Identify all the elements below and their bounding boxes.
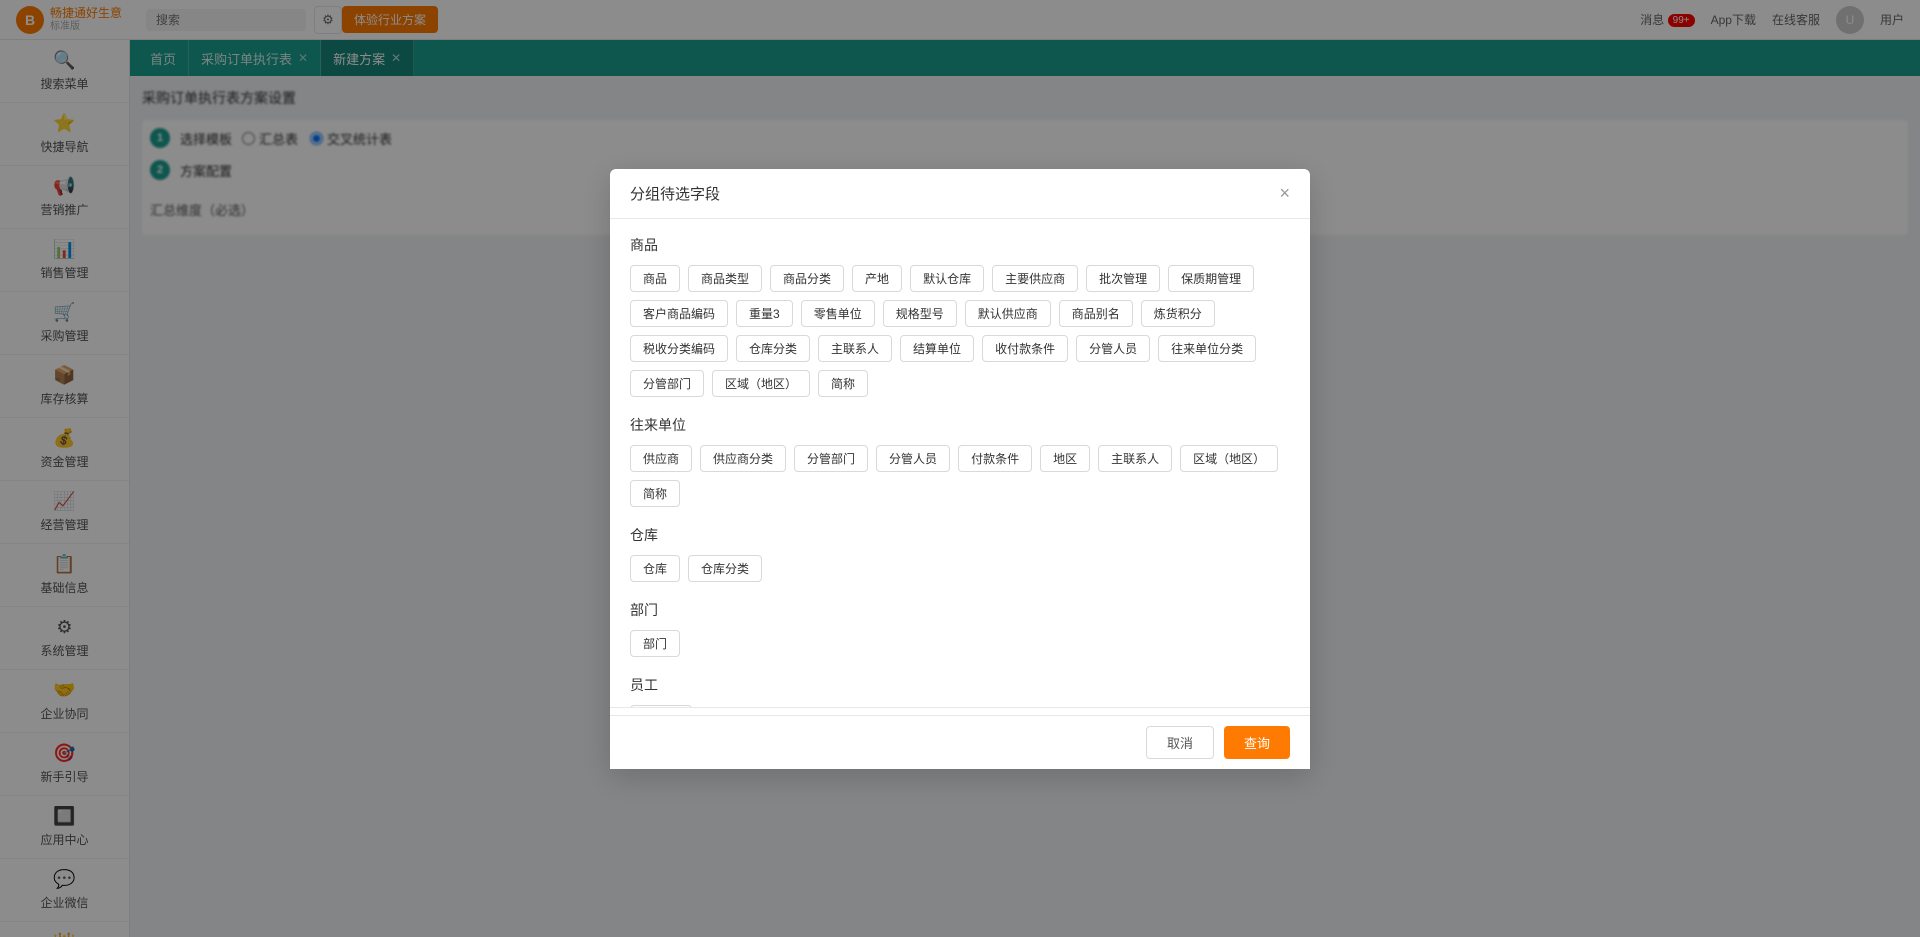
tag-partner-category[interactable]: 往来单位分类 xyxy=(1158,335,1256,362)
tag-supplier-category[interactable]: 供应商分类 xyxy=(700,445,786,472)
tag-customer-code[interactable]: 客户商品编码 xyxy=(630,300,728,327)
tag-product-alias[interactable]: 商品别名 xyxy=(1059,300,1133,327)
tag-warehouse-category[interactable]: 仓库分类 xyxy=(736,335,810,362)
tag-default-supplier[interactable]: 默认供应商 xyxy=(965,300,1051,327)
modal-hscroll[interactable] xyxy=(610,707,1310,714)
tag-warehouse[interactable]: 仓库 xyxy=(630,555,680,582)
tag-region[interactable]: 区域（地区） xyxy=(712,370,810,397)
tag-supplier[interactable]: 供应商 xyxy=(630,445,692,472)
section-employee-title: 员工 xyxy=(630,675,1290,695)
section-product-title: 商品 xyxy=(630,235,1290,255)
section-warehouse: 仓库 仓库 仓库分类 xyxy=(630,525,1290,582)
tag-area[interactable]: 地区 xyxy=(1040,445,1090,472)
tag-dept[interactable]: 分管部门 xyxy=(630,370,704,397)
tag-product[interactable]: 商品 xyxy=(630,265,680,292)
tag-supervisor[interactable]: 分管人员 xyxy=(1076,335,1150,362)
tag-payment-terms[interactable]: 收付款条件 xyxy=(982,335,1068,362)
section-partner-title: 往来单位 xyxy=(630,415,1290,435)
tag-department[interactable]: 部门 xyxy=(630,630,680,657)
section-employee: 员工 业务员 xyxy=(630,675,1290,708)
tag-tax-code[interactable]: 税收分类编码 xyxy=(630,335,728,362)
tag-points[interactable]: 炼货积分 xyxy=(1141,300,1215,327)
tag-partner-contact[interactable]: 主联系人 xyxy=(1098,445,1172,472)
tag-partner-dept[interactable]: 分管部门 xyxy=(794,445,868,472)
modal-footer: 取消 查询 xyxy=(610,715,1310,769)
tag-short-name[interactable]: 简称 xyxy=(818,370,868,397)
tag-origin[interactable]: 产地 xyxy=(852,265,902,292)
section-partner-tags: 供应商 供应商分类 分管部门 分管人员 付款条件 地区 主联系人 区域（地区） … xyxy=(630,445,1290,507)
section-department-tags: 部门 xyxy=(630,630,1290,657)
modal-close-button[interactable]: × xyxy=(1279,184,1290,202)
tag-retail-unit[interactable]: 零售单位 xyxy=(801,300,875,327)
section-warehouse-tags: 仓库 仓库分类 xyxy=(630,555,1290,582)
tag-product-type[interactable]: 商品类型 xyxy=(688,265,762,292)
tag-spec-model[interactable]: 规格型号 xyxy=(883,300,957,327)
tag-weight[interactable]: 重量3 xyxy=(736,300,793,327)
tag-default-warehouse[interactable]: 默认仓库 xyxy=(910,265,984,292)
cancel-button[interactable]: 取消 xyxy=(1146,726,1214,759)
section-product: 商品 商品 商品类型 商品分类 产地 默认仓库 主要供应商 批次管理 保质期管理… xyxy=(630,235,1290,397)
tag-main-contact[interactable]: 主联系人 xyxy=(818,335,892,362)
section-partner: 往来单位 供应商 供应商分类 分管部门 分管人员 付款条件 地区 主联系人 区域… xyxy=(630,415,1290,507)
tag-partner-short-name[interactable]: 简称 xyxy=(630,480,680,507)
section-department-title: 部门 xyxy=(630,600,1290,620)
tag-payment-condition[interactable]: 付款条件 xyxy=(958,445,1032,472)
modal-overlay[interactable]: 分组待选字段 × 商品 商品 商品类型 商品分类 产地 默认仓库 主要供应商 批… xyxy=(0,0,1920,937)
tag-shelf-life[interactable]: 保质期管理 xyxy=(1168,265,1254,292)
tag-product-category[interactable]: 商品分类 xyxy=(770,265,844,292)
modal: 分组待选字段 × 商品 商品 商品类型 商品分类 产地 默认仓库 主要供应商 批… xyxy=(610,169,1310,769)
modal-header: 分组待选字段 × xyxy=(610,169,1310,219)
tag-batch-management[interactable]: 批次管理 xyxy=(1086,265,1160,292)
confirm-button[interactable]: 查询 xyxy=(1224,726,1290,759)
modal-title: 分组待选字段 xyxy=(630,183,720,204)
section-product-tags: 商品 商品类型 商品分类 产地 默认仓库 主要供应商 批次管理 保质期管理 客户… xyxy=(630,265,1290,397)
tag-warehouse-cat[interactable]: 仓库分类 xyxy=(688,555,762,582)
section-warehouse-title: 仓库 xyxy=(630,525,1290,545)
modal-body: 商品 商品 商品类型 商品分类 产地 默认仓库 主要供应商 批次管理 保质期管理… xyxy=(610,219,1310,708)
tag-partner-region[interactable]: 区域（地区） xyxy=(1180,445,1278,472)
tag-settlement-unit[interactable]: 结算单位 xyxy=(900,335,974,362)
tag-partner-supervisor[interactable]: 分管人员 xyxy=(876,445,950,472)
section-department: 部门 部门 xyxy=(630,600,1290,657)
tag-main-supplier[interactable]: 主要供应商 xyxy=(992,265,1078,292)
